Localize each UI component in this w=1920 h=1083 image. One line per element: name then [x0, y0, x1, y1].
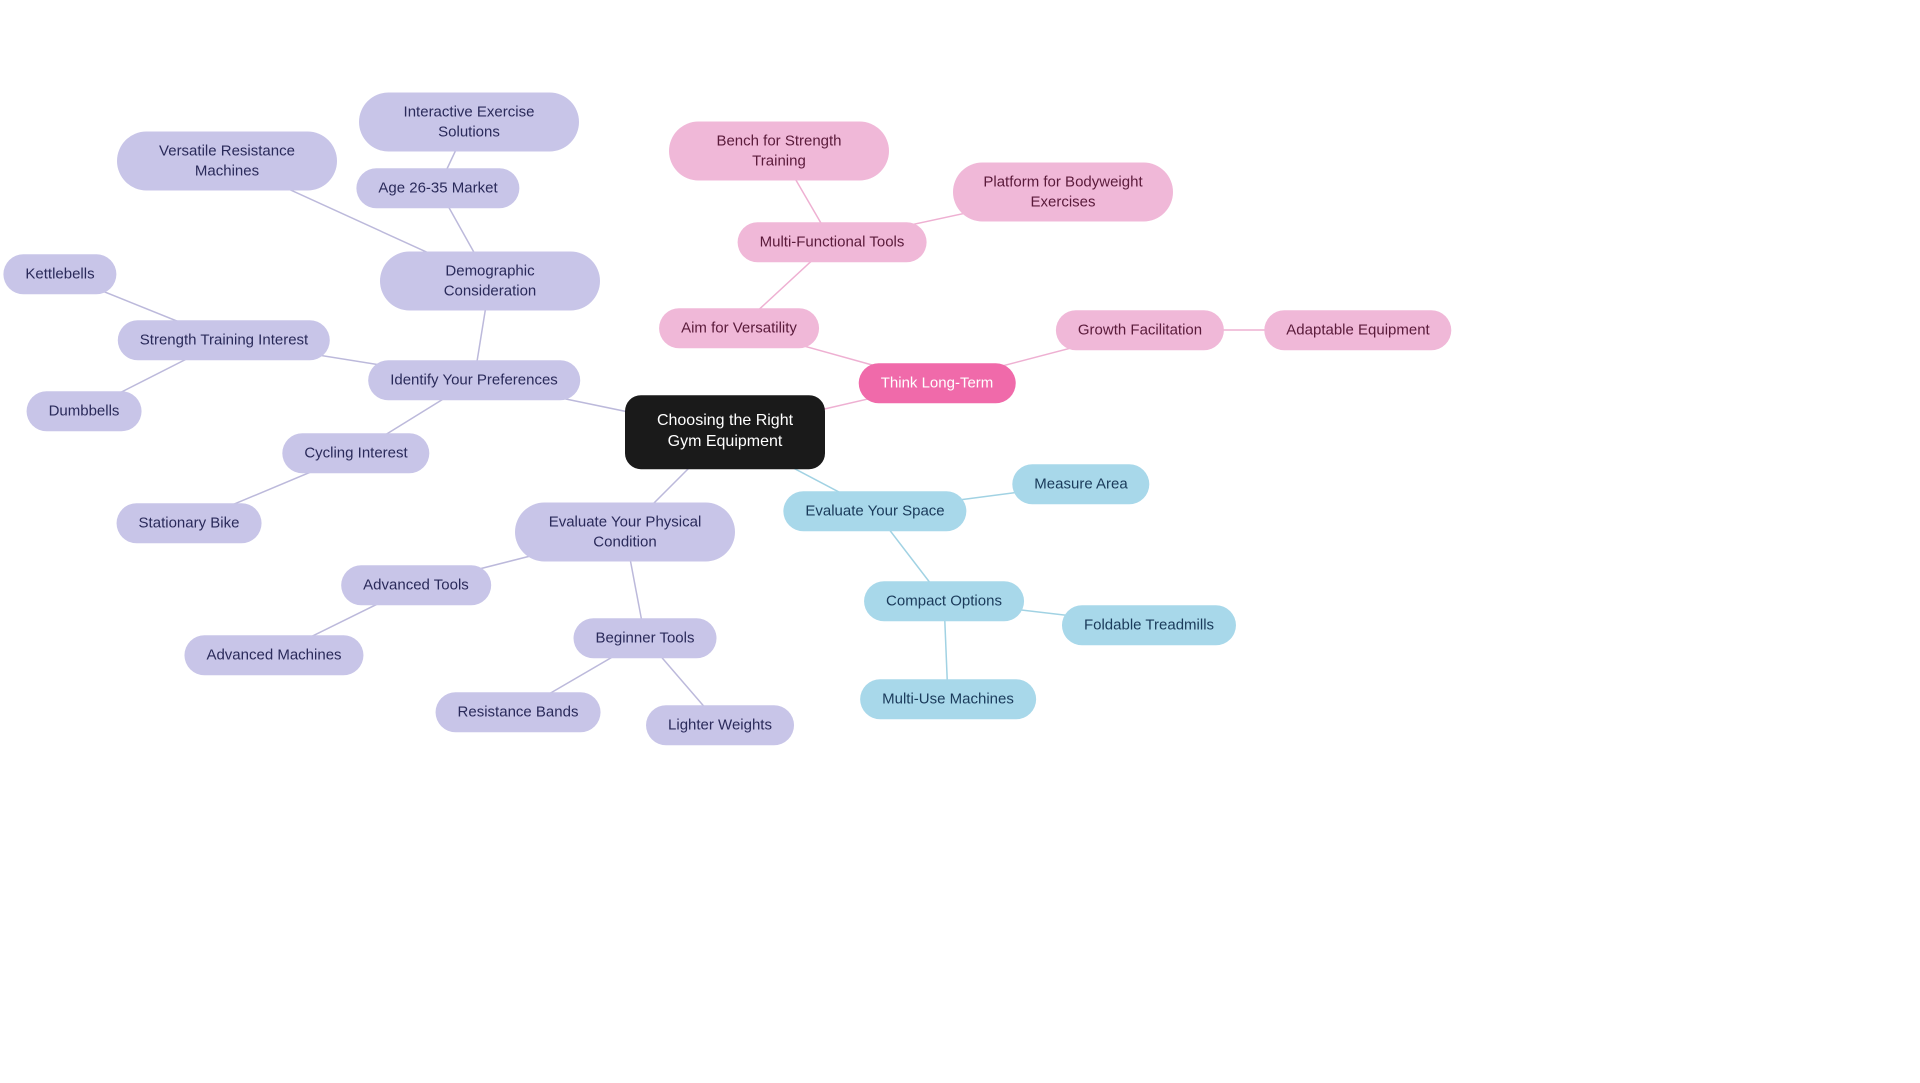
- node-advanced_tools[interactable]: Advanced Tools: [341, 565, 491, 605]
- node-aim_versatility[interactable]: Aim for Versatility: [659, 308, 819, 348]
- node-strength_training[interactable]: Strength Training Interest: [118, 320, 330, 360]
- node-foldable_treadmills[interactable]: Foldable Treadmills: [1062, 605, 1236, 645]
- node-think_long_term[interactable]: Think Long-Term: [859, 363, 1016, 403]
- node-demographic[interactable]: Demographic Consideration: [380, 252, 600, 311]
- mindmap-container: Choosing the Right Gym Equipment Interact…: [0, 0, 1920, 1083]
- node-beginner_tools[interactable]: Beginner Tools: [574, 618, 717, 658]
- node-lighter_weights[interactable]: Lighter Weights: [646, 705, 794, 745]
- node-multi_functional[interactable]: Multi-Functional Tools: [738, 222, 927, 262]
- node-compact_options[interactable]: Compact Options: [864, 581, 1024, 621]
- node-dumbbells[interactable]: Dumbbells: [27, 391, 142, 431]
- node-resistance_bands[interactable]: Resistance Bands: [436, 692, 601, 732]
- node-bench_strength[interactable]: Bench for Strength Training: [669, 122, 889, 181]
- node-platform_bodyweight[interactable]: Platform for Bodyweight Exercises: [953, 163, 1173, 222]
- node-multi_use_machines[interactable]: Multi-Use Machines: [860, 679, 1036, 719]
- node-center[interactable]: Choosing the Right Gym Equipment: [625, 395, 825, 469]
- node-adaptable_equipment[interactable]: Adaptable Equipment: [1264, 310, 1451, 350]
- node-growth_facilitation[interactable]: Growth Facilitation: [1056, 310, 1224, 350]
- node-identify_preferences[interactable]: Identify Your Preferences: [368, 360, 580, 400]
- node-advanced_machines[interactable]: Advanced Machines: [184, 635, 363, 675]
- node-measure_area[interactable]: Measure Area: [1012, 464, 1149, 504]
- node-evaluate_physical[interactable]: Evaluate Your Physical Condition: [515, 503, 735, 562]
- node-age_market[interactable]: Age 26-35 Market: [356, 168, 519, 208]
- node-evaluate_space[interactable]: Evaluate Your Space: [783, 491, 966, 531]
- node-stationary_bike[interactable]: Stationary Bike: [117, 503, 262, 543]
- node-interactive_exercise[interactable]: Interactive Exercise Solutions: [359, 93, 579, 152]
- node-versatile_resistance[interactable]: Versatile Resistance Machines: [117, 132, 337, 191]
- node-kettlebells[interactable]: Kettlebells: [3, 254, 116, 294]
- node-cycling_interest[interactable]: Cycling Interest: [282, 433, 429, 473]
